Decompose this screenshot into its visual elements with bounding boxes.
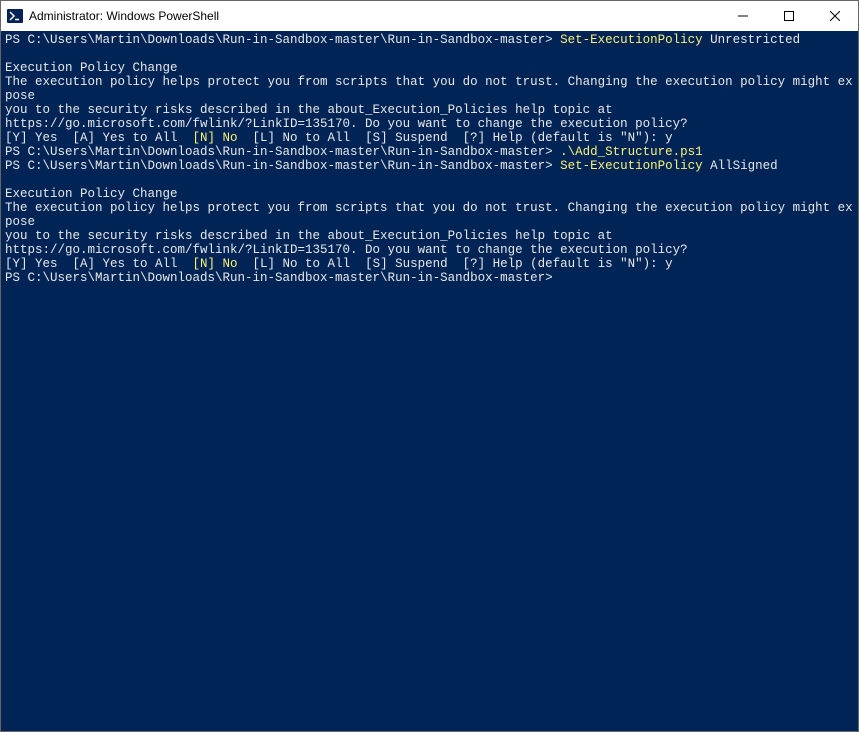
terminal-line: The execution policy helps protect you f… xyxy=(5,201,854,229)
powershell-icon xyxy=(7,8,23,24)
terminal-segment xyxy=(5,47,13,61)
terminal-line: https://go.microsoft.com/fwlink/?LinkID=… xyxy=(5,117,854,131)
terminal-segment: Set-ExecutionPolicy xyxy=(560,33,710,47)
maximize-icon xyxy=(784,11,794,21)
titlebar[interactable]: Administrator: Windows PowerShell xyxy=(1,1,858,31)
terminal-segment: [L] No to All [S] Suspend [?] Help (defa… xyxy=(238,131,673,145)
terminal-segment: [N] No xyxy=(193,131,238,145)
terminal-line: [Y] Yes [A] Yes to All [N] No [L] No to … xyxy=(5,257,854,271)
terminal-segment xyxy=(5,173,13,187)
terminal-line xyxy=(5,47,854,61)
terminal-segment: [L] No to All [S] Suspend [?] Help (defa… xyxy=(238,257,673,271)
terminal-segment: PS C:\Users\Martin\Downloads\Run-in-Sand… xyxy=(5,159,560,173)
terminal-segment: Execution Policy Change xyxy=(5,187,178,201)
terminal-line: you to the security risks described in t… xyxy=(5,103,854,117)
terminal-segment: [Y] Yes [A] Yes to All xyxy=(5,257,193,271)
minimize-button[interactable] xyxy=(720,1,766,31)
terminal-line: you to the security risks described in t… xyxy=(5,229,854,243)
terminal-segment: PS C:\Users\Martin\Downloads\Run-in-Sand… xyxy=(5,145,560,159)
close-button[interactable] xyxy=(812,1,858,31)
terminal-line: https://go.microsoft.com/fwlink/?LinkID=… xyxy=(5,243,854,257)
terminal-line: Execution Policy Change xyxy=(5,187,854,201)
terminal-segment: .\Add_Structure.ps1 xyxy=(560,145,703,159)
terminal-segment: PS C:\Users\Martin\Downloads\Run-in-Sand… xyxy=(5,271,553,285)
terminal-output[interactable]: PS C:\Users\Martin\Downloads\Run-in-Sand… xyxy=(1,31,858,731)
terminal-line: PS C:\Users\Martin\Downloads\Run-in-Sand… xyxy=(5,33,854,47)
terminal-line xyxy=(5,173,854,187)
terminal-segment: [Y] Yes [A] Yes to All xyxy=(5,131,193,145)
terminal-segment: https://go.microsoft.com/fwlink/?LinkID=… xyxy=(5,117,688,131)
maximize-button[interactable] xyxy=(766,1,812,31)
terminal-segment: you to the security risks described in t… xyxy=(5,103,613,117)
terminal-segment: https://go.microsoft.com/fwlink/?LinkID=… xyxy=(5,243,688,257)
terminal-segment: The execution policy helps protect you f… xyxy=(5,201,853,229)
terminal-segment: The execution policy helps protect you f… xyxy=(5,75,853,103)
terminal-line: [Y] Yes [A] Yes to All [N] No [L] No to … xyxy=(5,131,854,145)
terminal-line: The execution policy helps protect you f… xyxy=(5,75,854,103)
window-title: Administrator: Windows PowerShell xyxy=(29,9,219,23)
terminal-line: PS C:\Users\Martin\Downloads\Run-in-Sand… xyxy=(5,271,854,285)
terminal-segment: AllSigned xyxy=(710,159,778,173)
terminal-line: Execution Policy Change xyxy=(5,61,854,75)
terminal-segment: you to the security risks described in t… xyxy=(5,229,613,243)
terminal-segment: Set-ExecutionPolicy xyxy=(560,159,710,173)
terminal-segment: PS C:\Users\Martin\Downloads\Run-in-Sand… xyxy=(5,33,560,47)
minimize-icon xyxy=(738,11,748,21)
window-controls xyxy=(720,1,858,31)
powershell-window: Administrator: Windows PowerShell PS C:\… xyxy=(0,0,859,732)
terminal-segment: Execution Policy Change xyxy=(5,61,178,75)
terminal-segment: [N] No xyxy=(193,257,238,271)
terminal-segment: Unrestricted xyxy=(710,33,800,47)
terminal-line: PS C:\Users\Martin\Downloads\Run-in-Sand… xyxy=(5,159,854,173)
terminal-line: PS C:\Users\Martin\Downloads\Run-in-Sand… xyxy=(5,145,854,159)
close-icon xyxy=(830,11,840,21)
